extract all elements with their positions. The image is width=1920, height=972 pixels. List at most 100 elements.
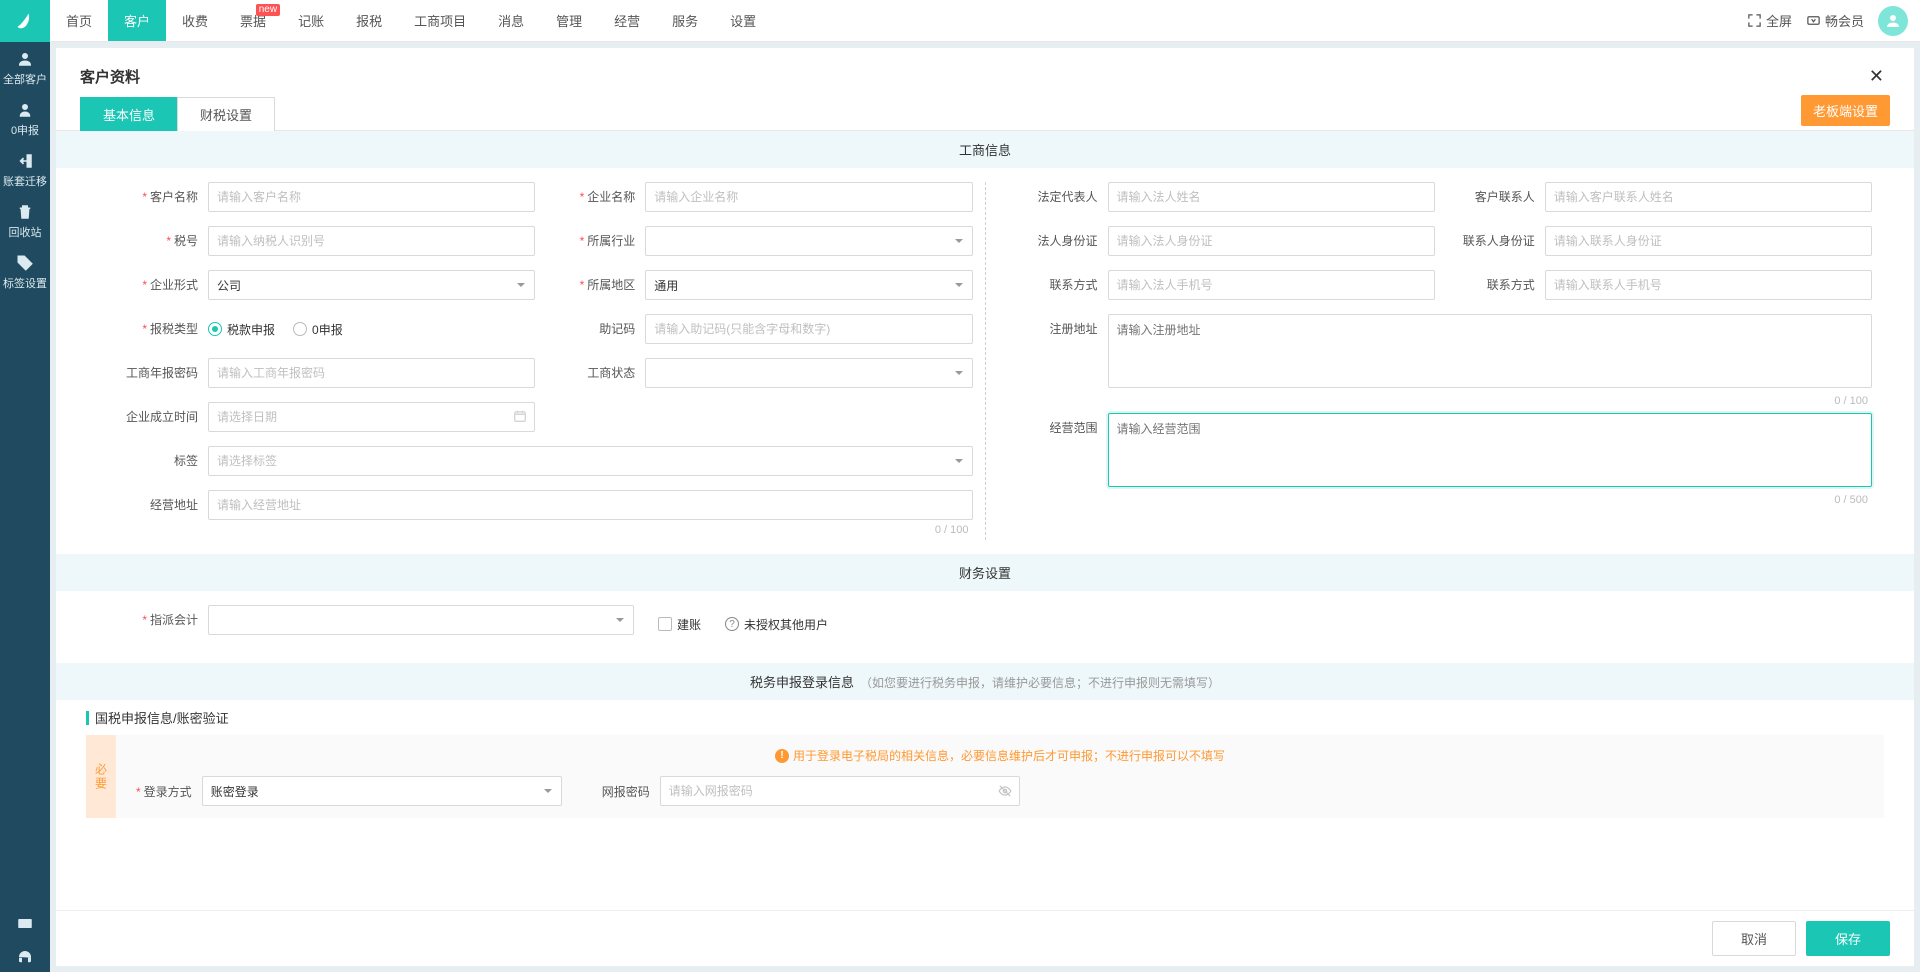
tax-no-input[interactable] <box>208 226 535 256</box>
trash-icon <box>16 203 34 221</box>
form-scroll-area[interactable]: 工商信息 *客户名称 *企业名称 <box>56 130 1914 910</box>
radio-tax-declare[interactable]: 税款申报 <box>208 321 275 338</box>
annual-pwd-input[interactable] <box>208 358 535 388</box>
monitor-icon <box>16 916 34 934</box>
label-customer-name: 客户名称 <box>150 190 198 204</box>
section-tax-login: 税务申报登录信息（如您要进行税务申报，请维护必要信息；不进行申报则无需填写） <box>56 663 1914 700</box>
fullscreen-icon <box>1747 13 1762 28</box>
label-found-date: 企业成立时间 <box>126 410 198 424</box>
radio-zero-declare[interactable]: 0申报 <box>293 321 343 338</box>
warning-icon: ! <box>775 749 789 763</box>
cust-contact-input[interactable] <box>1545 182 1872 212</box>
headset-icon <box>16 948 34 966</box>
member-icon <box>1806 13 1821 28</box>
exit-icon <box>16 152 34 170</box>
nav-item-0[interactable]: 首页 <box>50 0 108 41</box>
label-biz-scope: 经营范围 <box>1049 421 1097 435</box>
nav-item-3[interactable]: 票据new <box>224 0 282 41</box>
nav-item-10[interactable]: 服务 <box>656 0 714 41</box>
nav-item-8[interactable]: 管理 <box>540 0 598 41</box>
biz-scope-textarea[interactable] <box>1108 413 1873 487</box>
label-company-full: 企业名称 <box>587 190 635 204</box>
legal-phone-input[interactable] <box>1108 270 1435 300</box>
sidebar-item-1[interactable]: 0申报 <box>3 93 47 144</box>
label-status: 工商状态 <box>587 366 635 380</box>
section-business-info: 工商信息 <box>56 131 1914 168</box>
biz-addr-input[interactable] <box>208 490 973 520</box>
customer-name-input[interactable] <box>208 182 535 212</box>
label-reg-addr: 注册地址 <box>1049 322 1097 336</box>
user-avatar[interactable] <box>1878 6 1908 36</box>
tab-tax-settings[interactable]: 财税设置 <box>177 97 275 131</box>
label-cust-contact: 客户联系人 <box>1475 190 1535 204</box>
nav-item-7[interactable]: 消息 <box>482 0 540 41</box>
sidebar-item-2[interactable]: 账套迁移 <box>3 144 47 195</box>
assign-acc-select[interactable] <box>208 605 634 635</box>
user-icon <box>16 101 34 119</box>
nav-item-11[interactable]: 设置 <box>714 0 772 41</box>
industry-select[interactable] <box>645 226 972 256</box>
label-login-method: 登录方式 <box>144 785 192 799</box>
status-select[interactable] <box>645 358 972 388</box>
required-tag: 必要 <box>86 735 116 818</box>
mnemonic-input[interactable] <box>645 314 972 344</box>
nav-item-9[interactable]: 经营 <box>598 0 656 41</box>
sidebar-bottom-support[interactable] <box>0 940 50 972</box>
web-pwd-input[interactable] <box>660 776 1020 806</box>
reg-addr-textarea[interactable] <box>1108 314 1873 388</box>
found-date-input[interactable] <box>208 402 535 432</box>
contact-id-input[interactable] <box>1545 226 1872 256</box>
sidebar-bottom-monitor[interactable] <box>0 908 50 940</box>
cancel-button[interactable]: 取消 <box>1712 921 1796 956</box>
biz-addr-counter: 0 / 100 <box>935 524 969 536</box>
member-button[interactable]: 畅会员 <box>1806 11 1864 30</box>
boss-settings-button[interactable]: 老板端设置 <box>1801 95 1890 126</box>
label-legal-id: 法人身份证 <box>1037 234 1097 248</box>
label-tax-no: 税号 <box>174 234 198 248</box>
legal-person-input[interactable] <box>1108 182 1435 212</box>
info-icon: ? <box>725 617 739 631</box>
label-biz-addr: 经营地址 <box>150 498 198 512</box>
label-legal-person: 法定代表人 <box>1037 190 1097 204</box>
tag-icon <box>16 254 34 272</box>
company-full-input[interactable] <box>645 182 972 212</box>
label-tax-type: 报税类型 <box>150 322 198 336</box>
create-book-checkbox[interactable]: 建账 <box>658 616 701 633</box>
label-mnemonic: 助记码 <box>599 322 635 336</box>
label-industry: 所属行业 <box>587 234 635 248</box>
sidebar-item-4[interactable]: 标签设置 <box>3 246 47 297</box>
section-finance: 财务设置 <box>56 554 1914 591</box>
label-contact-way2: 联系方式 <box>1487 278 1535 292</box>
users-icon <box>16 50 34 68</box>
panel-title: 客户资料 <box>80 66 140 87</box>
biz-scope-counter: 0 / 500 <box>1834 494 1868 506</box>
nav-item-6[interactable]: 工商项目 <box>398 0 482 41</box>
contact-phone-input[interactable] <box>1545 270 1872 300</box>
login-method-select[interactable] <box>202 776 562 806</box>
calendar-icon <box>513 409 527 423</box>
legal-id-input[interactable] <box>1108 226 1435 256</box>
tags-select[interactable] <box>208 446 973 476</box>
no-auth-info[interactable]: ?未授权其他用户 <box>725 616 828 633</box>
close-button[interactable]: ✕ <box>1863 66 1890 87</box>
label-web-pwd: 网报密码 <box>602 785 650 799</box>
nav-item-2[interactable]: 收费 <box>166 0 224 41</box>
fullscreen-button[interactable]: 全屏 <box>1747 11 1792 30</box>
app-logo[interactable] <box>0 0 50 42</box>
sidebar-item-3[interactable]: 回收站 <box>3 195 47 246</box>
top-navbar: 首页客户收费票据new记账报税工商项目消息管理经营服务设置 全屏 畅会员 <box>0 0 1920 42</box>
eye-off-icon[interactable] <box>998 784 1012 798</box>
label-contact-way: 联系方式 <box>1049 278 1097 292</box>
company-type-select[interactable] <box>208 270 535 300</box>
nav-item-5[interactable]: 报税 <box>340 0 398 41</box>
save-button[interactable]: 保存 <box>1806 921 1890 956</box>
reg-addr-counter: 0 / 100 <box>1834 395 1868 407</box>
region-select[interactable] <box>645 270 972 300</box>
nav-item-1[interactable]: 客户 <box>108 0 166 41</box>
sidebar-item-0[interactable]: 全部客户 <box>3 42 47 93</box>
tab-basic-info[interactable]: 基本信息 <box>80 97 178 131</box>
nav-item-4[interactable]: 记账 <box>282 0 340 41</box>
left-sidebar: 全部客户0申报账套迁移回收站标签设置 <box>0 42 50 972</box>
tax-tip: !用于登录电子税局的相关信息，必要信息维护后才可申报；不进行申报可以不填写 <box>136 747 1864 764</box>
subtitle-national-tax: 国税申报信息/账密验证 <box>56 700 1914 735</box>
